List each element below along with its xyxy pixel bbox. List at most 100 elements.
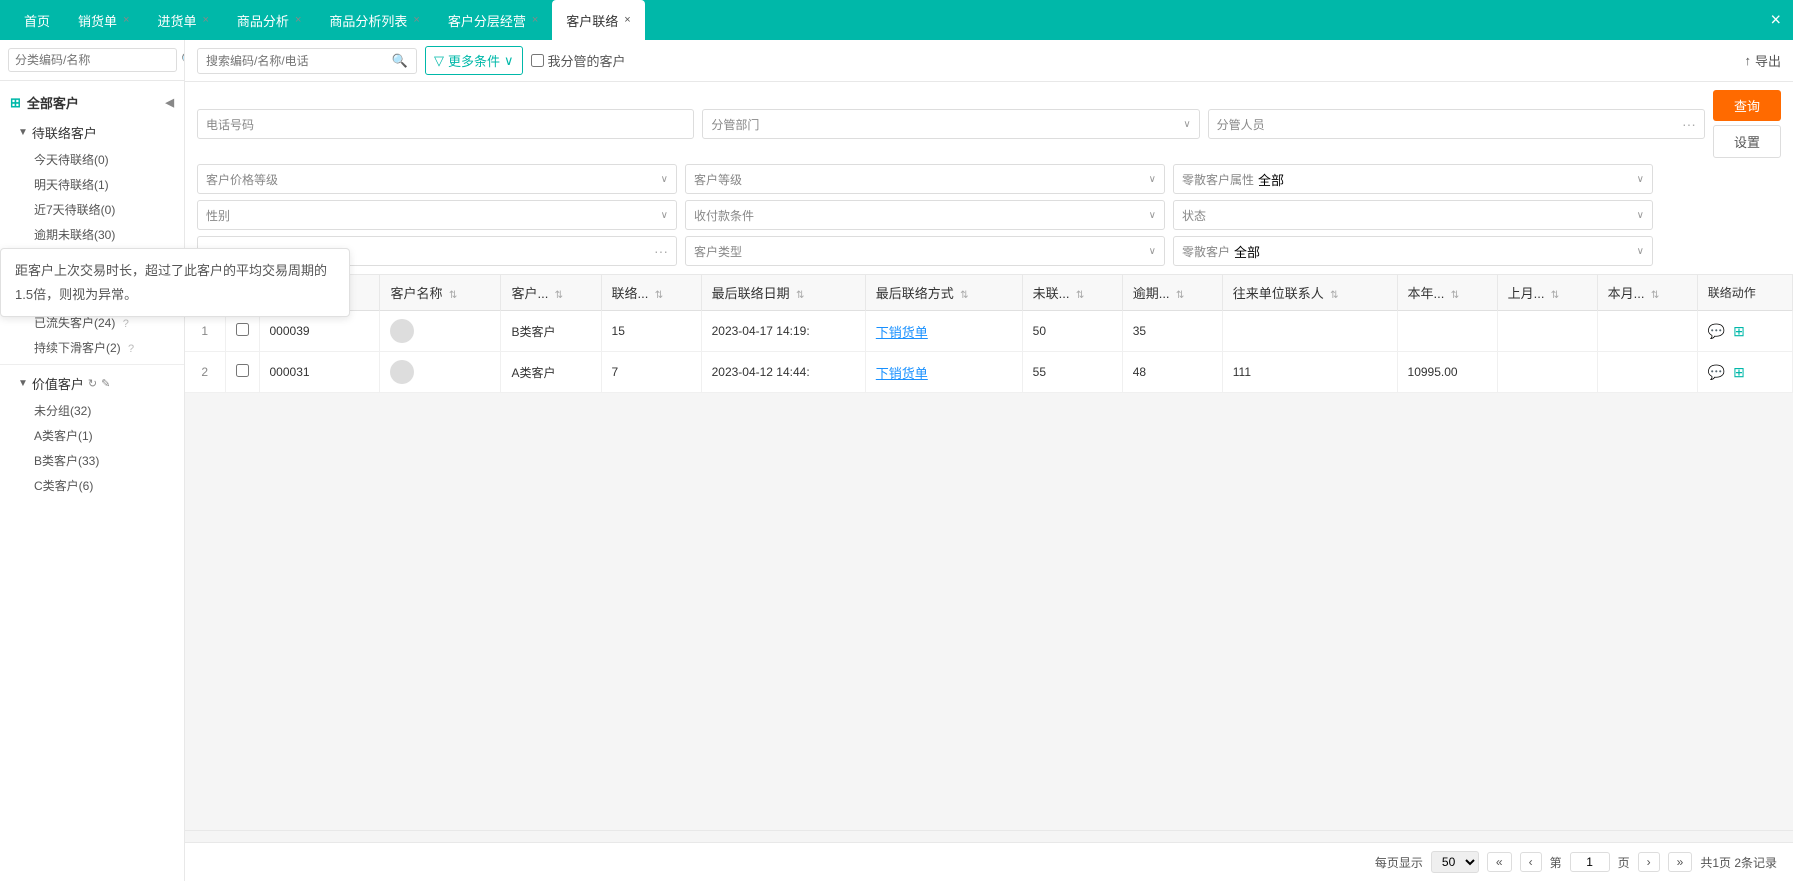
sort-icon-date[interactable]: ⇅: [796, 290, 804, 301]
sort-icon-type[interactable]: ⇅: [555, 290, 563, 301]
help-icon3[interactable]: ?: [123, 318, 129, 330]
action-contact-icon-2[interactable]: 💬: [1708, 364, 1725, 381]
filter-row-3: 性别 ∨ 收付款条件 ∨ 状态 ∨: [197, 200, 1781, 230]
sort-icon-uncontacted[interactable]: ⇅: [1076, 290, 1084, 301]
sort-icon-year[interactable]: ⇅: [1451, 290, 1459, 301]
last-page-btn[interactable]: »: [1668, 852, 1693, 872]
th-customer-type: 客户... ⇅: [501, 275, 601, 311]
sidebar-item-class-c[interactable]: C类客户(6): [10, 473, 184, 498]
filter-dept[interactable]: 分管部门 ∨: [702, 109, 1199, 139]
export-button[interactable]: ↑ 导出: [1744, 51, 1781, 70]
horizontal-scrollbar[interactable]: [185, 830, 1793, 842]
sidebar-item-7days[interactable]: 近7天待联络(0): [10, 197, 184, 222]
sort-icon-thismonth[interactable]: ⇅: [1651, 290, 1659, 301]
nav-product-analysis-list[interactable]: 商品分析列表 ×: [315, 0, 433, 40]
sidebar-section-pending-title[interactable]: ▼ 待联络客户: [10, 118, 184, 147]
type-dropdown-icon: ∨: [1149, 246, 1156, 257]
first-page-btn[interactable]: «: [1487, 852, 1512, 872]
search-icon[interactable]: 🔍: [392, 53, 408, 69]
refresh-icon[interactable]: ↻: [88, 377, 97, 390]
filter-payment[interactable]: 收付款条件 ∨: [685, 200, 1165, 230]
table-row: 1 000039 B类客户 15 2023-04-17 14:19: 下销货单: [185, 311, 1793, 352]
sidebar-all-customers[interactable]: ⊞ 全部客户 ◀: [0, 87, 184, 118]
main-search-input[interactable]: [206, 54, 392, 68]
sort-icon-contact[interactable]: ⇅: [655, 290, 663, 301]
th-uncontacted: 未联... ⇅: [1022, 275, 1122, 311]
row-checkbox-2[interactable]: [236, 364, 249, 377]
sort-icon-contacts[interactable]: ⇅: [1330, 290, 1338, 301]
sidebar-collapse-icon[interactable]: ◀: [166, 96, 174, 109]
row-code-2: 000031: [259, 352, 380, 393]
sidebar-item-overdue[interactable]: 逾期未联络(30): [10, 222, 184, 247]
th-overdue: 逾期... ⇅: [1122, 275, 1222, 311]
nav-customer-tier[interactable]: 客户分层经营 ×: [434, 0, 552, 40]
row-checkbox-1[interactable]: [236, 323, 249, 336]
nav-home[interactable]: 首页: [10, 0, 64, 40]
nav-product-analysis-close[interactable]: ×: [295, 14, 301, 26]
sort-icon-overdue[interactable]: ⇅: [1176, 290, 1184, 301]
edit-icon[interactable]: ✎: [101, 377, 110, 390]
nav-customer-contact[interactable]: 客户联络 ×: [552, 0, 644, 40]
row-thismonth-2: [1597, 352, 1697, 393]
action-contact-icon-1[interactable]: 💬: [1708, 323, 1725, 340]
row-lastmonth-1: [1497, 311, 1597, 352]
page-size-select[interactable]: 50: [1431, 851, 1479, 873]
th-this-year: 本年... ⇅: [1397, 275, 1497, 311]
more-conditions-btn[interactable]: ▽ 更多条件 ∨: [425, 46, 523, 75]
sidebar-item-tomorrow[interactable]: 明天待联络(1): [10, 172, 184, 197]
help-icon4[interactable]: ?: [128, 343, 134, 355]
sidebar-search-input[interactable]: [8, 48, 177, 72]
retail-attr-dropdown-icon: ∨: [1637, 174, 1644, 185]
sort-icon-lastmonth[interactable]: ⇅: [1551, 290, 1559, 301]
row-lastmonth-2: [1497, 352, 1597, 393]
row-contact-count-2: 7: [601, 352, 701, 393]
action-buttons: 查询 设置: [1713, 90, 1781, 158]
my-customers-check[interactable]: [531, 54, 544, 67]
nav-purchase-close[interactable]: ×: [202, 14, 208, 26]
action-more-icon-2[interactable]: ⊞: [1733, 364, 1745, 381]
sidebar-item-today[interactable]: 今天待联络(0): [10, 147, 184, 172]
more-dots-icon[interactable]: ···: [654, 243, 668, 259]
filter-gender[interactable]: 性别 ∨: [197, 200, 677, 230]
method-link-1[interactable]: 下销货单: [876, 325, 928, 340]
filter-price-level[interactable]: 客户价格等级 ∨: [197, 164, 677, 194]
sort-icon-method[interactable]: ⇅: [960, 290, 968, 301]
nav-sales-order[interactable]: 销货单 ×: [64, 0, 143, 40]
sidebar-section-value-title[interactable]: ▼ 价值客户 ↻ ✎: [10, 369, 184, 398]
person-more-icon[interactable]: ···: [1682, 116, 1696, 132]
action-more-icon-1[interactable]: ⊞: [1733, 323, 1745, 340]
filter-row-2: 客户价格等级 ∨ 客户等级 ∨ 零散客户属性 全部 ∨: [197, 164, 1781, 194]
nav-product-analysis[interactable]: 商品分析 ×: [223, 0, 315, 40]
filter-customer-level[interactable]: 客户等级 ∨: [685, 164, 1165, 194]
sidebar-item-class-b[interactable]: B类客户(33): [10, 448, 184, 473]
prev-page-btn[interactable]: ‹: [1520, 852, 1542, 872]
my-customers-checkbox[interactable]: 我分管的客户: [531, 51, 626, 70]
filter-phone[interactable]: 电话号码: [197, 109, 694, 139]
next-page-btn[interactable]: ›: [1638, 852, 1660, 872]
sidebar-item-class-a[interactable]: A类客户(1): [10, 423, 184, 448]
window-close-button[interactable]: ×: [1770, 10, 1781, 31]
row-contacts-1: [1222, 311, 1397, 352]
nav-purchase-order[interactable]: 进货单 ×: [143, 0, 222, 40]
sidebar-item-declining[interactable]: 持续下滑客户(2) ?: [10, 335, 184, 360]
row-cb-2: [225, 352, 259, 393]
dept-dropdown-icon: ∨: [1183, 119, 1190, 130]
filter-retail-customer[interactable]: 零散客户 全部 ∨: [1173, 236, 1653, 266]
method-link-2[interactable]: 下销货单: [876, 366, 928, 381]
filter-retail-attr[interactable]: 零散客户属性 全部 ∨: [1173, 164, 1653, 194]
filter-person[interactable]: 分管人员 ···: [1208, 109, 1705, 139]
query-button[interactable]: 查询: [1713, 90, 1781, 121]
nav-customer-tier-close[interactable]: ×: [532, 14, 538, 26]
setting-button[interactable]: 设置: [1713, 125, 1781, 158]
nav-sales-order-close[interactable]: ×: [123, 14, 129, 26]
th-last-contact-date: 最后联络日期 ⇅: [701, 275, 865, 311]
nav-customer-contact-close[interactable]: ×: [624, 14, 630, 26]
filter-status[interactable]: 状态 ∨: [1173, 200, 1653, 230]
sidebar-item-ungrouped[interactable]: 未分组(32): [10, 398, 184, 423]
chevron-down-icon: ∨: [504, 53, 514, 69]
customer-avatar-1: [390, 319, 414, 343]
sort-icon-name[interactable]: ⇅: [449, 290, 457, 301]
nav-product-list-close[interactable]: ×: [413, 14, 419, 26]
filter-customer-type[interactable]: 客户类型 ∨: [685, 236, 1165, 266]
page-number-input[interactable]: [1570, 852, 1610, 872]
